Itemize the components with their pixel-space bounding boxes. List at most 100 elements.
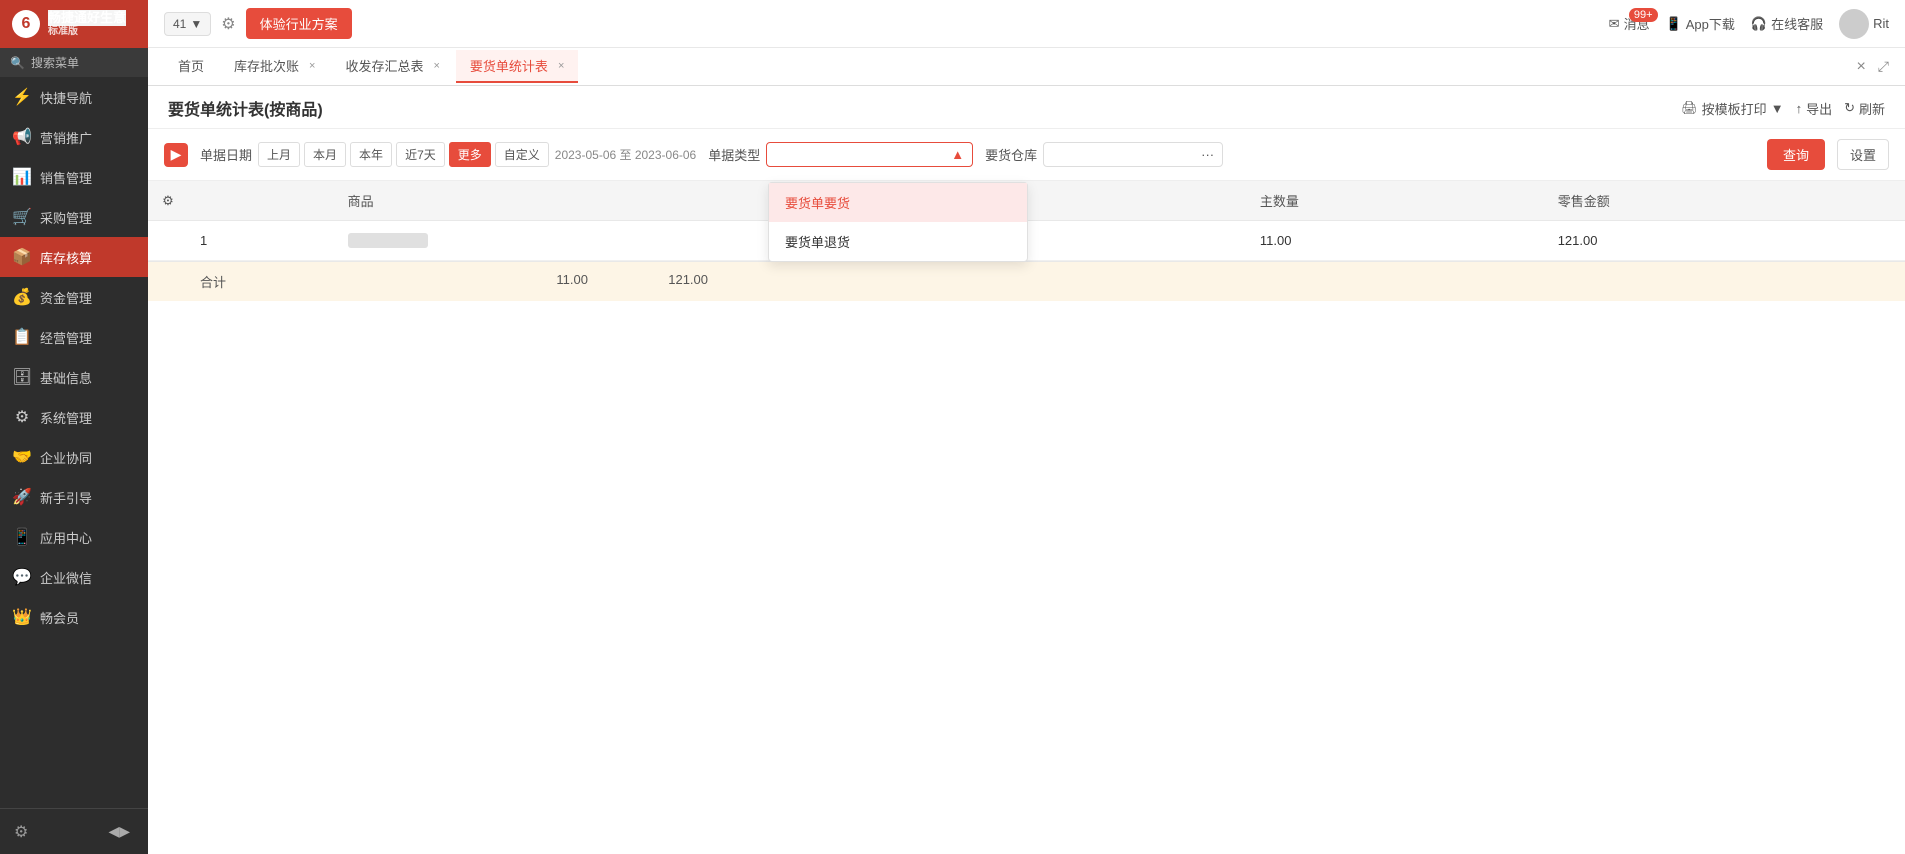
print-label: 按模板打印 bbox=[1702, 99, 1767, 118]
sidebar-item-guide[interactable]: 🚀 新手引导 bbox=[0, 477, 148, 517]
sidebar-label: 经营管理 bbox=[40, 328, 92, 347]
td-quantity: 11.00 bbox=[1248, 221, 1546, 261]
settings-btn[interactable]: 设置 bbox=[1837, 139, 1889, 170]
topbar-left: 41 ▼ ⚙ 体验行业方案 bbox=[164, 8, 1597, 39]
sales-icon: 📊 bbox=[12, 167, 32, 187]
company-value: 41 bbox=[173, 17, 186, 31]
sidebar-label: 畅会员 bbox=[40, 608, 79, 627]
tab-batch-account[interactable]: 库存批次账 × bbox=[220, 50, 329, 83]
type-label: 单据类型 bbox=[708, 145, 760, 164]
btn-custom[interactable]: 自定义 bbox=[495, 142, 549, 167]
warehouse-filter-group: 要货仓库 ··· bbox=[985, 142, 1223, 167]
app-download-btn[interactable]: 📱 App下载 bbox=[1666, 14, 1735, 33]
sidebar-item-shortcuts[interactable]: ⚡ 快捷导航 bbox=[0, 77, 148, 117]
sidebar-label: 采购管理 bbox=[40, 208, 92, 227]
messages-badge: 99+ bbox=[1629, 8, 1658, 22]
th-row-num bbox=[188, 181, 336, 221]
btn-curr-month[interactable]: 本月 bbox=[304, 142, 346, 167]
sidebar-collapse-btn[interactable]: ◀▶ bbox=[104, 819, 134, 844]
btn-year[interactable]: 本年 bbox=[350, 142, 392, 167]
company-selector[interactable]: 41 ▼ bbox=[164, 12, 211, 36]
sidebar: 6 畅捷通好生意 标准版 🔍 搜索菜单 ⚡ 快捷导航 📢 营销推广 📊 销售管理… bbox=[0, 0, 148, 854]
sidebar-item-operations[interactable]: 📋 经营管理 bbox=[0, 317, 148, 357]
tab-close-batch[interactable]: × bbox=[309, 60, 315, 72]
sidebar-item-basics[interactable]: 🗄 基础信息 bbox=[0, 357, 148, 397]
tab-close-summary[interactable]: × bbox=[433, 60, 439, 72]
user-name: Rit bbox=[1873, 16, 1889, 31]
sidebar-item-finance[interactable]: 💰 资金管理 bbox=[0, 277, 148, 317]
sidebar-item-inventory[interactable]: 📦 库存核算 bbox=[0, 237, 148, 277]
settings-icon[interactable]: ⚙ bbox=[14, 822, 28, 842]
sidebar-item-enterprise[interactable]: 🤝 企业协同 bbox=[0, 437, 148, 477]
chevron-up-icon[interactable]: ▲ bbox=[951, 147, 964, 162]
tab-restore-btn[interactable]: ⤢ bbox=[1878, 58, 1889, 75]
dropdown-item-requisition-order[interactable]: 要货单要货 bbox=[769, 183, 1027, 222]
sidebar-label: 快捷导航 bbox=[40, 88, 92, 107]
th-product: 商品 bbox=[336, 181, 828, 221]
filter-bar: ▶ 单据日期 上月 本月 本年 近7天 更多 自定义 2023-05-06 至 … bbox=[148, 129, 1905, 181]
print-icon: 🖨 bbox=[1681, 100, 1698, 116]
logo-icon: 6 bbox=[12, 10, 40, 38]
print-btn[interactable]: 🖨 按模板打印 ▼ bbox=[1681, 99, 1783, 118]
logo-text: 畅捷通好生意 标准版 bbox=[48, 10, 126, 38]
btn-week[interactable]: 近7天 bbox=[396, 142, 445, 167]
sidebar-item-purchase[interactable]: 🛒 采购管理 bbox=[0, 197, 148, 237]
sidebar-label: 库存核算 bbox=[40, 248, 92, 267]
messages-btn[interactable]: ✉ 消息 99+ bbox=[1609, 14, 1650, 33]
app-version: 标准版 bbox=[48, 26, 126, 38]
topbar-gear-icon[interactable]: ⚙ bbox=[221, 14, 235, 34]
date-filter-group: 单据日期 上月 本月 本年 近7天 更多 自定义 2023-05-06 至 20… bbox=[200, 142, 696, 167]
tab-close-all-btn[interactable]: × bbox=[1856, 58, 1865, 76]
online-service-btn[interactable]: 🎧 在线客服 bbox=[1751, 14, 1823, 33]
system-icon: ⚙ bbox=[12, 407, 32, 427]
type-input[interactable] bbox=[775, 147, 951, 162]
sidebar-item-wechat[interactable]: 💬 企业微信 bbox=[0, 557, 148, 597]
marketing-icon: 📢 bbox=[12, 127, 32, 147]
sidebar-item-appstore[interactable]: 📱 应用中心 bbox=[0, 517, 148, 557]
query-btn[interactable]: 查询 bbox=[1767, 139, 1825, 170]
btn-more-dates[interactable]: 更多 bbox=[449, 142, 491, 167]
more-filters-icon[interactable]: ··· bbox=[1201, 147, 1214, 162]
industry-btn[interactable]: 体验行业方案 bbox=[246, 8, 352, 39]
guide-icon: 🚀 bbox=[12, 487, 32, 507]
footer-label: 合计 bbox=[160, 272, 360, 291]
type-select-box[interactable]: ▲ bbox=[766, 142, 973, 167]
tab-summary[interactable]: 收发存汇总表 × bbox=[331, 50, 453, 83]
th-settings[interactable]: ⚙ bbox=[148, 181, 188, 221]
sidebar-item-sales[interactable]: 📊 销售管理 bbox=[0, 157, 148, 197]
btn-prev-month[interactable]: 上月 bbox=[258, 142, 300, 167]
inventory-icon: 📦 bbox=[12, 247, 32, 267]
date-range-text: 2023-05-06 至 2023-06-06 bbox=[555, 146, 696, 163]
tab-close-requisition[interactable]: × bbox=[558, 60, 564, 72]
sidebar-item-vip[interactable]: 👑 畅会员 bbox=[0, 597, 148, 637]
search-icon: 🔍 bbox=[10, 56, 25, 70]
sidebar-search[interactable]: 🔍 搜索菜单 bbox=[0, 48, 148, 77]
user-menu[interactable]: Rit bbox=[1839, 9, 1889, 39]
refresh-btn[interactable]: ↻ 刷新 bbox=[1844, 99, 1885, 118]
sidebar-item-marketing[interactable]: 📢 营销推广 bbox=[0, 117, 148, 157]
filter-expand-btn[interactable]: ▶ bbox=[164, 143, 188, 167]
sidebar-item-system[interactable]: ⚙ 系统管理 bbox=[0, 397, 148, 437]
tab-home[interactable]: 首页 bbox=[164, 50, 218, 83]
vip-icon: 👑 bbox=[12, 607, 32, 627]
tab-requisition[interactable]: 要货单统计表 × bbox=[456, 50, 578, 83]
td-row-num: 1 bbox=[188, 221, 336, 261]
refresh-icon: ↻ bbox=[1844, 100, 1855, 116]
sidebar-label: 营销推广 bbox=[40, 128, 92, 147]
export-btn[interactable]: ↑ 导出 bbox=[1796, 99, 1833, 118]
warehouse-select[interactable]: ··· bbox=[1043, 142, 1223, 167]
enterprise-icon: 🤝 bbox=[12, 447, 32, 467]
td-product bbox=[336, 221, 828, 261]
dropdown-item-requisition-return[interactable]: 要货单退货 bbox=[769, 222, 1027, 261]
sidebar-label: 企业微信 bbox=[40, 568, 92, 587]
app-logo: 6 畅捷通好生意 标准版 bbox=[0, 0, 148, 48]
td-amount: 121.00 bbox=[1546, 221, 1905, 261]
td-settings bbox=[148, 221, 188, 261]
export-label: 导出 bbox=[1806, 99, 1832, 118]
chevron-down-icon: ▼ bbox=[1771, 101, 1784, 116]
type-filter-group: 单据类型 ▲ bbox=[708, 142, 973, 167]
tab-label: 收发存汇总表 bbox=[345, 56, 423, 75]
main-area: 41 ▼ ⚙ 体验行业方案 ✉ 消息 99+ 📱 App下载 🎧 在线客服 R bbox=[148, 0, 1905, 854]
tabbar-actions: × ⤢ bbox=[1856, 58, 1889, 76]
footer-amount: 121.00 bbox=[600, 272, 720, 291]
